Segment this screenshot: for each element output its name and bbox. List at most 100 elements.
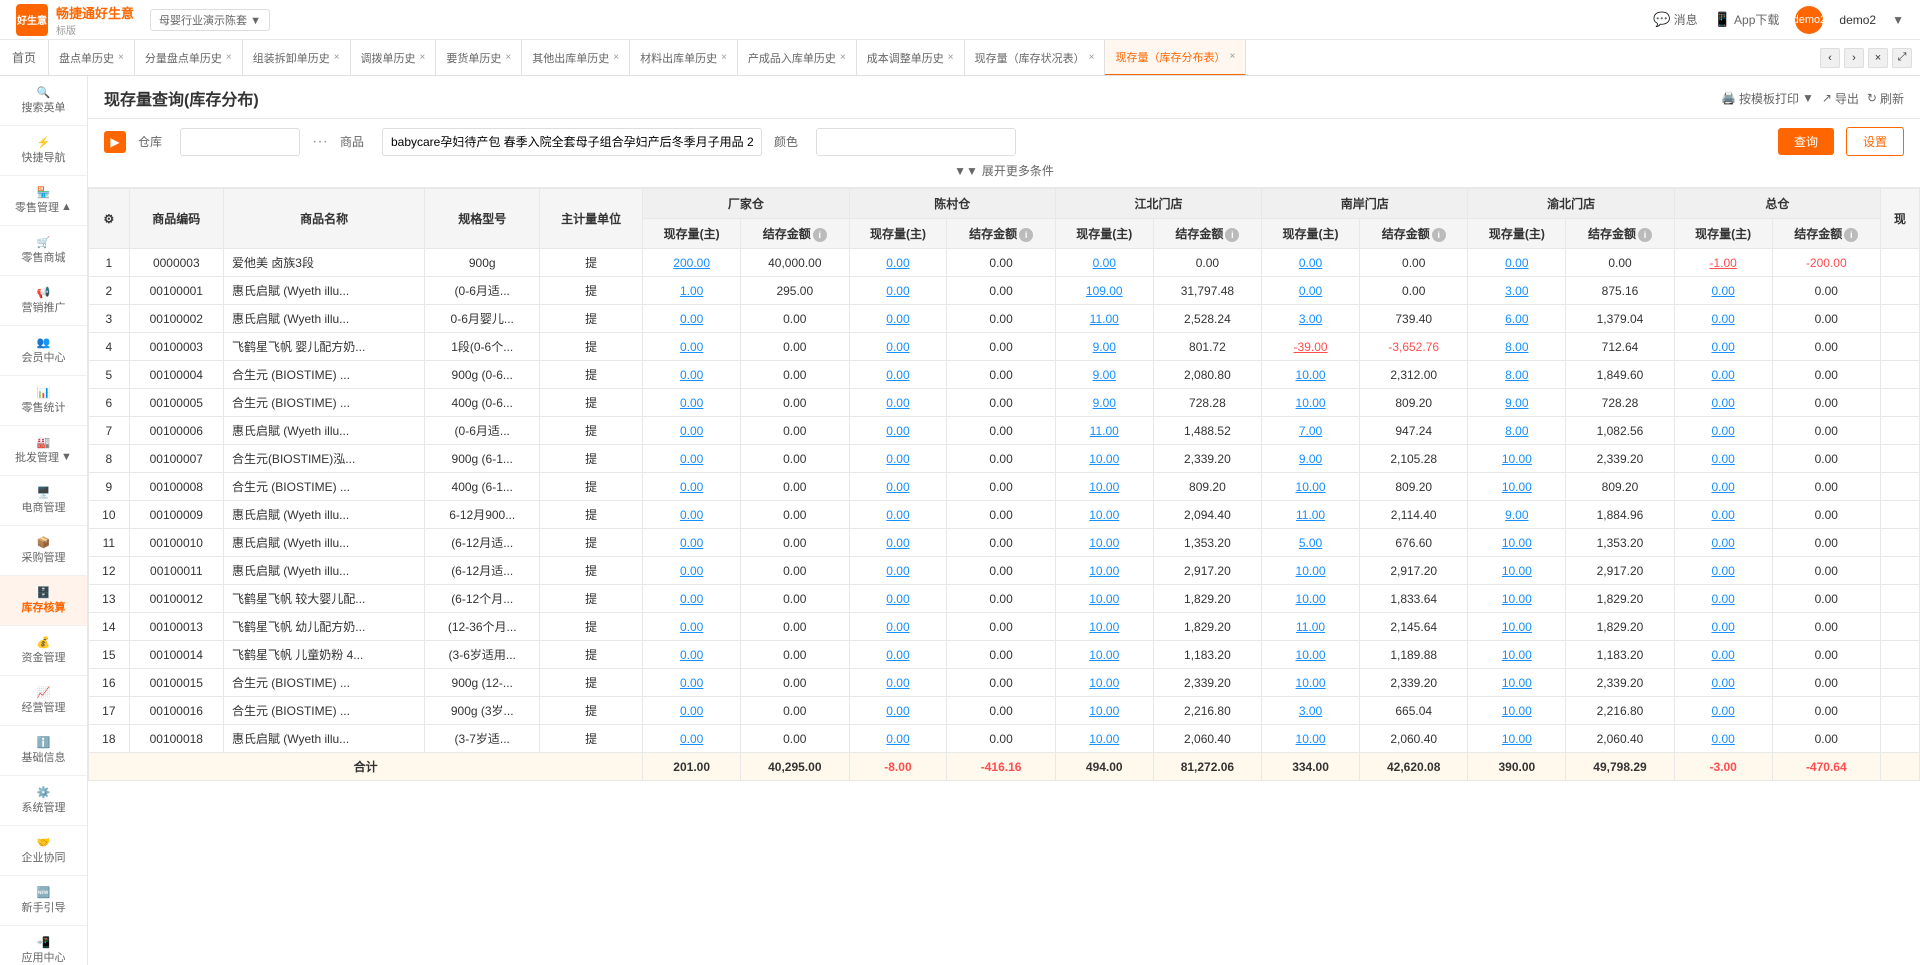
cell-total-qty[interactable]: 0.00: [1674, 333, 1772, 361]
cell-w5-qty[interactable]: 3.00: [1468, 277, 1566, 305]
cell-w4-qty[interactable]: 10.00: [1262, 669, 1360, 697]
cell-w4-qty[interactable]: 10.00: [1262, 389, 1360, 417]
cell-w4-qty[interactable]: 10.00: [1262, 557, 1360, 585]
tab-close-3[interactable]: ×: [420, 52, 426, 63]
user-dropdown-icon[interactable]: ▼: [1892, 13, 1904, 27]
color-input[interactable]: [816, 128, 1016, 156]
cell-w2-qty[interactable]: 0.00: [849, 613, 947, 641]
refresh-btn[interactable]: ↻ 刷新: [1867, 90, 1904, 107]
cell-w4-qty[interactable]: 10.00: [1262, 725, 1360, 753]
cell-w2-qty[interactable]: 0.00: [849, 305, 947, 333]
cell-w5-qty[interactable]: 8.00: [1468, 333, 1566, 361]
cell-w4-qty[interactable]: 3.00: [1262, 697, 1360, 725]
cell-w1-qty[interactable]: 0.00: [643, 417, 741, 445]
sidebar-item-operations[interactable]: 📈 经营管理: [0, 676, 87, 726]
tab-item-10[interactable]: 现存量（库存分布表） ×: [1105, 40, 1246, 76]
cell-w4-qty[interactable]: 0.00: [1262, 277, 1360, 305]
cell-w5-qty[interactable]: 8.00: [1468, 417, 1566, 445]
cell-w4-qty[interactable]: 10.00: [1262, 585, 1360, 613]
tab-item-4[interactable]: 要货单历史 ×: [436, 40, 522, 76]
sidebar-item-purchase[interactable]: 📦 采购管理: [0, 526, 87, 576]
tab-item-9[interactable]: 现存量（库存状况表） ×: [965, 40, 1106, 76]
cell-w2-qty[interactable]: 0.00: [849, 585, 947, 613]
cell-w4-qty[interactable]: 11.00: [1262, 501, 1360, 529]
cell-w2-qty[interactable]: 0.00: [849, 389, 947, 417]
cell-total-qty[interactable]: 0.00: [1674, 277, 1772, 305]
cell-w3-qty[interactable]: 9.00: [1055, 333, 1153, 361]
sidebar-item-appcenter[interactable]: 📲 应用中心: [0, 926, 87, 965]
user-avatar[interactable]: demo2: [1795, 6, 1823, 34]
cell-w3-qty[interactable]: 9.00: [1055, 389, 1153, 417]
sidebar-item-member[interactable]: 👥 会员中心: [0, 326, 87, 376]
cell-total-qty[interactable]: 0.00: [1674, 417, 1772, 445]
cell-w2-qty[interactable]: 0.00: [849, 501, 947, 529]
download-btn[interactable]: 📱 App下载: [1714, 11, 1780, 28]
cell-w3-qty[interactable]: 10.00: [1055, 725, 1153, 753]
cell-w5-qty[interactable]: 9.00: [1468, 501, 1566, 529]
tab-close-9[interactable]: ×: [1089, 52, 1095, 63]
cell-w5-qty[interactable]: 10.00: [1468, 697, 1566, 725]
sidebar-item-system[interactable]: ⚙️ 系统管理: [0, 776, 87, 826]
cell-w2-qty[interactable]: 0.00: [849, 641, 947, 669]
cell-w3-qty[interactable]: 10.00: [1055, 613, 1153, 641]
cell-w5-qty[interactable]: 6.00: [1468, 305, 1566, 333]
sidebar-item-finance[interactable]: 💰 资金管理: [0, 626, 87, 676]
cell-w3-qty[interactable]: 10.00: [1055, 641, 1153, 669]
sidebar-item-collab[interactable]: 🤝 企业协同: [0, 826, 87, 876]
tab-item-0[interactable]: 盘点单历史 ×: [49, 40, 135, 76]
sidebar-item-guide[interactable]: 🆕 新手引导: [0, 876, 87, 926]
cell-total-qty[interactable]: 0.00: [1674, 473, 1772, 501]
tab-item-5[interactable]: 其他出库单历史 ×: [522, 40, 630, 76]
cell-w2-qty[interactable]: 0.00: [849, 473, 947, 501]
sidebar-item-base-info[interactable]: ℹ️ 基础信息: [0, 726, 87, 776]
setting-button[interactable]: 设置: [1846, 127, 1904, 156]
cell-w1-qty[interactable]: 0.00: [643, 361, 741, 389]
cell-w5-qty[interactable]: 10.00: [1468, 585, 1566, 613]
cell-w4-qty[interactable]: 0.00: [1262, 249, 1360, 277]
tab-close-all-btn[interactable]: ×: [1868, 48, 1888, 68]
tab-item-2[interactable]: 组装拆卸单历史 ×: [243, 40, 351, 76]
cell-w4-qty[interactable]: 10.00: [1262, 361, 1360, 389]
cell-total-qty[interactable]: 0.00: [1674, 669, 1772, 697]
cell-w1-qty[interactable]: 0.00: [643, 613, 741, 641]
cell-w2-qty[interactable]: 0.00: [849, 417, 947, 445]
sidebar-item-marketing[interactable]: 📢 营销推广: [0, 276, 87, 326]
col-settings[interactable]: ⚙: [89, 189, 130, 249]
tab-close-1[interactable]: ×: [226, 52, 232, 63]
cell-w5-qty[interactable]: 10.00: [1468, 529, 1566, 557]
sidebar-item-quicknav[interactable]: ⚡ 快捷导航: [0, 126, 87, 176]
tab-item-7[interactable]: 产成品入库单历史 ×: [738, 40, 857, 76]
cell-w1-qty[interactable]: 0.00: [643, 641, 741, 669]
cell-w4-qty[interactable]: 5.00: [1262, 529, 1360, 557]
cell-w2-qty[interactable]: 0.00: [849, 277, 947, 305]
cell-total-qty[interactable]: 0.00: [1674, 613, 1772, 641]
sidebar-item-retail-mgmt[interactable]: 🏪 零售管理 ▲: [0, 176, 87, 226]
cell-w2-qty[interactable]: 0.00: [849, 361, 947, 389]
tab-fullscreen-btn[interactable]: ⤢: [1892, 48, 1912, 68]
tab-item-3[interactable]: 调拨单历史 ×: [351, 40, 437, 76]
cell-w1-qty[interactable]: 0.00: [643, 473, 741, 501]
tab-next-btn[interactable]: ›: [1844, 48, 1864, 68]
cell-w2-qty[interactable]: 0.00: [849, 445, 947, 473]
cell-w2-qty[interactable]: 0.00: [849, 557, 947, 585]
tab-close-10[interactable]: ×: [1229, 51, 1235, 62]
cell-w4-qty[interactable]: 7.00: [1262, 417, 1360, 445]
print-btn[interactable]: 🖨️ 按模板打印 ▼: [1721, 90, 1814, 107]
cell-w3-qty[interactable]: 10.00: [1055, 585, 1153, 613]
cell-w1-qty[interactable]: 0.00: [643, 725, 741, 753]
tab-item-8[interactable]: 成本调整单历史 ×: [857, 40, 965, 76]
sidebar-item-ecommerce[interactable]: 🖥️ 电商管理: [0, 476, 87, 526]
cell-total-qty[interactable]: 0.00: [1674, 361, 1772, 389]
export-btn[interactable]: ↗ 导出: [1822, 90, 1859, 107]
user-name[interactable]: demo2: [1839, 13, 1876, 27]
cell-total-qty[interactable]: 0.00: [1674, 557, 1772, 585]
goods-input[interactable]: [382, 128, 762, 156]
cell-total-qty[interactable]: 0.00: [1674, 697, 1772, 725]
info-icon-6[interactable]: i: [1844, 228, 1858, 242]
cell-w5-qty[interactable]: 10.00: [1468, 669, 1566, 697]
cell-w5-qty[interactable]: 8.00: [1468, 361, 1566, 389]
cell-w3-qty[interactable]: 11.00: [1055, 305, 1153, 333]
cell-w5-qty[interactable]: 0.00: [1468, 249, 1566, 277]
industry-selector[interactable]: 母婴行业演示陈套 ▼: [150, 9, 270, 31]
cell-total-qty[interactable]: 0.00: [1674, 445, 1772, 473]
